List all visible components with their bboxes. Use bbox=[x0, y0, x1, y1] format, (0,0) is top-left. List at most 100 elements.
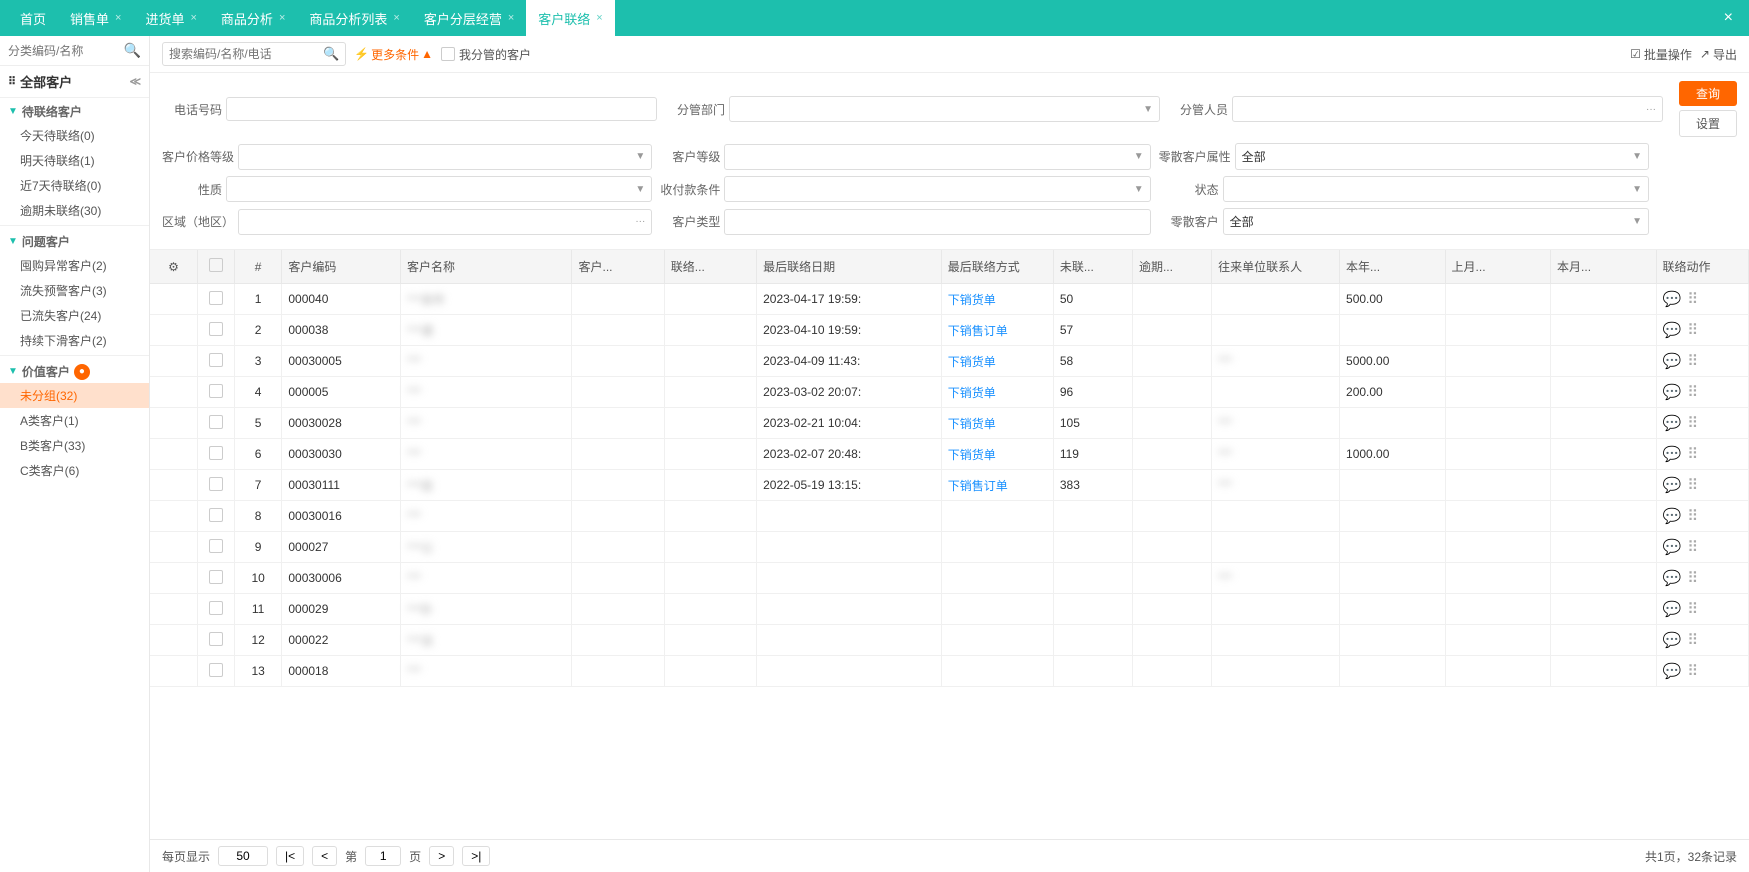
group-value[interactable]: ▼ 价值客户 ● bbox=[0, 358, 149, 383]
cell-lastway[interactable]: 下销货单 bbox=[941, 346, 1053, 377]
region-select[interactable]: ··· bbox=[238, 209, 652, 235]
cell-lastway[interactable]: 下销货单 bbox=[941, 377, 1053, 408]
my-customers-checkbox[interactable] bbox=[441, 47, 455, 61]
th-uncontact[interactable]: 未联... bbox=[1053, 250, 1132, 284]
sidebar-item-class-c[interactable]: C类客户(6) bbox=[0, 458, 149, 483]
current-page-input[interactable] bbox=[365, 846, 401, 866]
contact-icon[interactable]: 💬 bbox=[1663, 414, 1682, 432]
row-checkbox[interactable] bbox=[209, 477, 223, 491]
search-icon[interactable]: 🔍 bbox=[323, 46, 339, 62]
more-icon[interactable]: ⠿ bbox=[1687, 445, 1698, 463]
last-way-link[interactable]: 下销货单 bbox=[948, 448, 996, 462]
more-icon[interactable]: ⠿ bbox=[1687, 538, 1698, 556]
more-icon[interactable]: ⠿ bbox=[1687, 383, 1698, 401]
select-all-checkbox[interactable] bbox=[209, 258, 223, 272]
row-checkbox[interactable] bbox=[209, 291, 223, 305]
close-tab-customer-contact[interactable]: × bbox=[596, 12, 602, 24]
retail-select[interactable]: 全部▼ bbox=[1223, 208, 1649, 235]
last-way-link[interactable]: 下销货单 bbox=[948, 355, 996, 369]
manager-select[interactable]: ··· bbox=[1232, 96, 1663, 122]
more-filters-btn[interactable]: ⚡ 更多条件 ▲ bbox=[354, 46, 433, 63]
tab-customer-contact[interactable]: 客户联络 × bbox=[526, 0, 614, 36]
retail-attr-select[interactable]: 全部▼ bbox=[1235, 143, 1649, 170]
row-checkbox[interactable] bbox=[209, 570, 223, 584]
more-icon[interactable]: ⠿ bbox=[1687, 600, 1698, 618]
contact-icon[interactable]: 💬 bbox=[1663, 383, 1682, 401]
th-overdue[interactable]: 逾期... bbox=[1132, 250, 1211, 284]
row-checkbox[interactable] bbox=[209, 322, 223, 336]
more-icon[interactable]: ⠿ bbox=[1687, 569, 1698, 587]
last-way-link[interactable]: 下销货单 bbox=[948, 386, 996, 400]
row-checkbox[interactable] bbox=[209, 601, 223, 615]
close-tab-customer-tier[interactable]: × bbox=[508, 12, 514, 24]
cell-check[interactable] bbox=[197, 315, 234, 346]
close-tab-analysis-list[interactable]: × bbox=[393, 12, 399, 24]
contact-icon[interactable]: 💬 bbox=[1663, 352, 1682, 370]
contact-icon[interactable]: 💬 bbox=[1663, 321, 1682, 339]
row-checkbox[interactable] bbox=[209, 508, 223, 522]
close-tab-analysis[interactable]: × bbox=[279, 12, 285, 24]
cell-lastway[interactable] bbox=[941, 563, 1053, 594]
per-page-input[interactable] bbox=[218, 846, 268, 866]
contact-icon[interactable]: 💬 bbox=[1663, 569, 1682, 587]
last-way-link[interactable]: 下销货单 bbox=[948, 293, 996, 307]
sidebar-item-hoarding[interactable]: 囤购异常客户(2) bbox=[0, 253, 149, 278]
cell-check[interactable] bbox=[197, 532, 234, 563]
cell-check[interactable] bbox=[197, 594, 234, 625]
first-page-btn[interactable]: |< bbox=[276, 846, 304, 866]
reset-button[interactable]: 设置 bbox=[1679, 110, 1737, 137]
sidebar-item-churn-warning[interactable]: 流失预警客户(3) bbox=[0, 278, 149, 303]
nature-select[interactable]: ▼ bbox=[226, 176, 652, 202]
th-check[interactable] bbox=[197, 250, 234, 284]
cell-lastway[interactable]: 下销货单 bbox=[941, 284, 1053, 315]
th-thisyear[interactable]: 本年... bbox=[1340, 250, 1446, 284]
status-select[interactable]: ▼ bbox=[1223, 176, 1649, 202]
th-thismonth[interactable]: 本月... bbox=[1551, 250, 1657, 284]
sidebar-item-class-b[interactable]: B类客户(33) bbox=[0, 433, 149, 458]
contact-icon[interactable]: 💬 bbox=[1663, 507, 1682, 525]
payment-select[interactable]: ▼ bbox=[724, 176, 1150, 202]
cell-check[interactable] bbox=[197, 656, 234, 687]
cell-lastway[interactable] bbox=[941, 594, 1053, 625]
more-icon[interactable]: ⠿ bbox=[1687, 321, 1698, 339]
cell-check[interactable] bbox=[197, 470, 234, 501]
th-code[interactable]: 客户编码 bbox=[282, 250, 401, 284]
cell-lastway[interactable] bbox=[941, 656, 1053, 687]
cell-check[interactable] bbox=[197, 501, 234, 532]
sidebar-item-churned[interactable]: 已流失客户(24) bbox=[0, 303, 149, 328]
contact-icon[interactable]: 💬 bbox=[1663, 538, 1682, 556]
more-icon[interactable]: ⠿ bbox=[1687, 414, 1698, 432]
last-page-btn[interactable]: >| bbox=[462, 846, 490, 866]
sidebar-item-declining[interactable]: 持续下滑客户(2) bbox=[0, 328, 149, 353]
cell-lastway[interactable]: 下销货单 bbox=[941, 439, 1053, 470]
row-checkbox[interactable] bbox=[209, 632, 223, 646]
search-input[interactable] bbox=[169, 47, 319, 61]
sidebar-item-tomorrow[interactable]: 明天待联络(1) bbox=[0, 148, 149, 173]
tab-analysis[interactable]: 商品分析 × bbox=[209, 0, 297, 36]
th-lastway[interactable]: 最后联络方式 bbox=[941, 250, 1053, 284]
my-customers-check[interactable]: 我分管的客户 bbox=[441, 46, 531, 63]
export-btn[interactable]: ↗ 导出 bbox=[1700, 46, 1737, 63]
th-lastmonth[interactable]: 上月... bbox=[1445, 250, 1551, 284]
more-icon[interactable]: ⠿ bbox=[1687, 290, 1698, 308]
cell-lastway[interactable]: 下销售订单 bbox=[941, 315, 1053, 346]
close-all-tabs[interactable]: × bbox=[1716, 9, 1741, 27]
close-tab-sales[interactable]: × bbox=[115, 12, 121, 24]
sidebar-item-overdue[interactable]: 逾期未联络(30) bbox=[0, 198, 149, 223]
sidebar-collapse-btn[interactable]: ≪ bbox=[129, 75, 141, 88]
sidebar-item-7days[interactable]: 近7天待联络(0) bbox=[0, 173, 149, 198]
cell-lastway[interactable]: 下销货单 bbox=[941, 408, 1053, 439]
tab-purchase[interactable]: 进货单 × bbox=[133, 0, 208, 36]
cell-lastway[interactable]: 下销售订单 bbox=[941, 470, 1053, 501]
cell-check[interactable] bbox=[197, 377, 234, 408]
row-checkbox[interactable] bbox=[209, 384, 223, 398]
more-icon[interactable]: ⠿ bbox=[1687, 507, 1698, 525]
th-person[interactable]: 往来单位联系人 bbox=[1212, 250, 1340, 284]
row-checkbox[interactable] bbox=[209, 353, 223, 367]
cust-level-select[interactable]: ▼ bbox=[724, 144, 1150, 170]
cell-lastway[interactable] bbox=[941, 625, 1053, 656]
search-button[interactable]: 查询 bbox=[1679, 81, 1737, 106]
sidebar-search-input[interactable] bbox=[8, 44, 124, 58]
row-checkbox[interactable] bbox=[209, 663, 223, 677]
th-contact[interactable]: 联络... bbox=[664, 250, 756, 284]
